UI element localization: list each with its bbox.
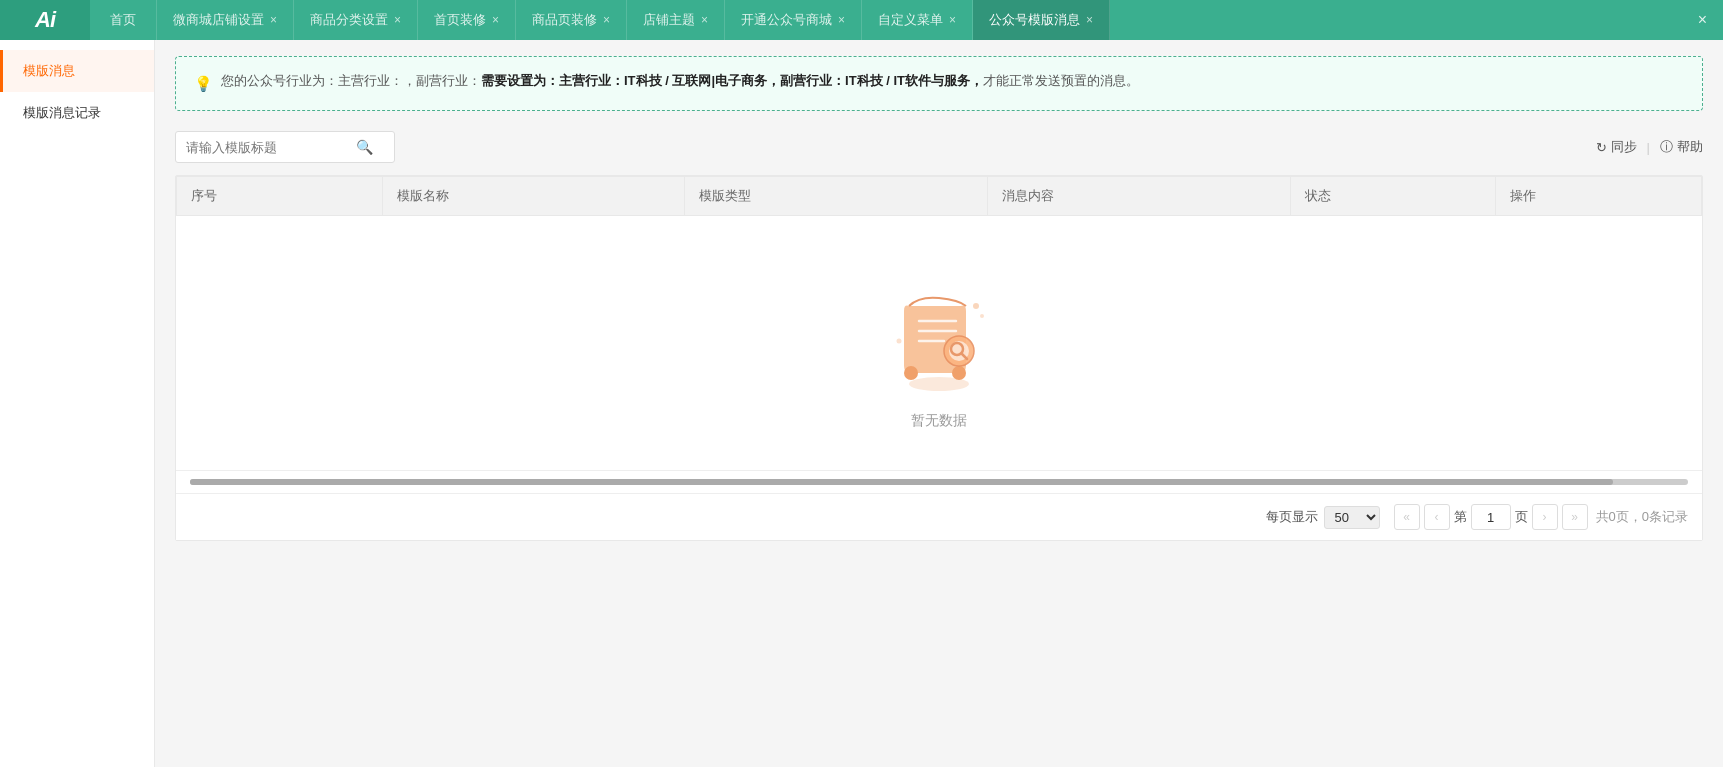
scroll-bar-area[interactable]	[176, 470, 1702, 493]
col-header-type: 模版类型	[685, 177, 988, 216]
svg-point-1	[904, 366, 918, 380]
tab-template-msg[interactable]: 公众号模版消息×	[973, 0, 1110, 40]
col-header-content: 消息内容	[988, 177, 1291, 216]
data-table: 序号模版名称模版类型消息内容状态操作	[176, 176, 1702, 216]
total-info: 共0页，0条记录	[1596, 508, 1688, 526]
tab-close-custom-menu[interactable]: ×	[949, 14, 956, 26]
tab-close-product-page-decor[interactable]: ×	[603, 14, 610, 26]
tab-close-micro-store[interactable]: ×	[270, 14, 277, 26]
tab-close-open-mall[interactable]: ×	[838, 14, 845, 26]
toolbar-divider: |	[1647, 140, 1650, 155]
tab-micro-store[interactable]: 微商城店铺设置×	[157, 0, 294, 40]
tab-homepage-decor[interactable]: 首页装修×	[418, 0, 516, 40]
search-icon[interactable]: 🔍	[356, 139, 373, 155]
help-icon: ⓘ	[1660, 138, 1673, 156]
prev-page-button[interactable]: ‹	[1424, 504, 1450, 530]
help-button[interactable]: ⓘ 帮助	[1660, 138, 1703, 156]
search-input[interactable]	[186, 140, 356, 155]
tab-custom-menu[interactable]: 自定义菜单×	[862, 0, 973, 40]
next-page-button[interactable]: ›	[1532, 504, 1558, 530]
tab-home[interactable]: 首页	[90, 0, 157, 40]
empty-state: 暂无数据	[176, 216, 1702, 470]
svg-point-11	[980, 314, 984, 318]
refresh-icon: ↻	[1596, 140, 1607, 155]
sidebar-item-template-msg[interactable]: 模版消息	[0, 50, 154, 92]
content-area: 💡 您的公众号行业为：主营行业：，副营行业：需要设置为：主营行业：IT科技 / …	[155, 40, 1723, 767]
empty-text: 暂无数据	[911, 412, 967, 430]
tab-product-category[interactable]: 商品分类设置×	[294, 0, 418, 40]
page-size-select: 每页显示 102050100	[1266, 506, 1386, 529]
page-number-input[interactable]	[1471, 504, 1511, 530]
col-header-action: 操作	[1496, 177, 1702, 216]
tab-bar: Ai 首页微商城店铺设置×商品分类设置×首页装修×商品页装修×店铺主题×开通公众…	[0, 0, 1723, 40]
svg-point-12	[897, 339, 902, 344]
tab-store-theme[interactable]: 店铺主题×	[627, 0, 725, 40]
col-header-seq: 序号	[177, 177, 383, 216]
page-label: 第	[1454, 508, 1467, 526]
page-input: 第 页	[1454, 504, 1528, 530]
first-page-button[interactable]: «	[1394, 504, 1420, 530]
pagination: 每页显示 102050100 « ‹ 第 页 › » 共0页，0条记录	[176, 493, 1702, 540]
tab-product-page-decor[interactable]: 商品页装修×	[516, 0, 627, 40]
main-layout: 模版消息模版消息记录 💡 您的公众号行业为：主营行业：，副营行业：需要设置为：主…	[0, 40, 1723, 767]
tab-close-template-msg[interactable]: ×	[1086, 14, 1093, 26]
sidebar: 模版消息模版消息记录	[0, 40, 155, 767]
search-input-wrap[interactable]: 🔍	[175, 131, 395, 163]
tab-close-product-category[interactable]: ×	[394, 14, 401, 26]
page-size-dropdown[interactable]: 102050100	[1324, 506, 1380, 529]
notice-text: 您的公众号行业为：主营行业：，副营行业：需要设置为：主营行业：IT科技 / 互联…	[221, 71, 1139, 92]
notice-banner: 💡 您的公众号行业为：主营行业：，副营行业：需要设置为：主营行业：IT科技 / …	[175, 56, 1703, 111]
bulb-icon: 💡	[194, 72, 213, 96]
tab-open-mall[interactable]: 开通公众号商城×	[725, 0, 862, 40]
table-container: 序号模版名称模版类型消息内容状态操作	[175, 175, 1703, 541]
toolbar-right: ↻ 同步 | ⓘ 帮助	[1596, 138, 1703, 156]
scroll-track[interactable]	[190, 479, 1688, 485]
scroll-thumb[interactable]	[190, 479, 1613, 485]
svg-point-2	[952, 366, 966, 380]
search-bar: 🔍 ↻ 同步 | ⓘ 帮助	[175, 131, 1703, 163]
page-unit: 页	[1515, 508, 1528, 526]
col-header-name: 模版名称	[382, 177, 685, 216]
sidebar-item-template-msg-log[interactable]: 模版消息记录	[0, 92, 154, 134]
sync-button[interactable]: ↻ 同步	[1596, 138, 1637, 156]
app-logo: Ai	[0, 0, 90, 40]
tab-bar-close-button[interactable]: ×	[1682, 11, 1723, 29]
tab-close-store-theme[interactable]: ×	[701, 14, 708, 26]
last-page-button[interactable]: »	[1562, 504, 1588, 530]
page-nav: « ‹ 第 页 › »	[1394, 504, 1588, 530]
empty-illustration	[884, 276, 994, 396]
page-size-label: 每页显示	[1266, 508, 1318, 526]
svg-point-10	[973, 303, 979, 309]
table-header: 序号模版名称模版类型消息内容状态操作	[177, 177, 1702, 216]
col-header-status: 状态	[1290, 177, 1496, 216]
tab-close-homepage-decor[interactable]: ×	[492, 14, 499, 26]
